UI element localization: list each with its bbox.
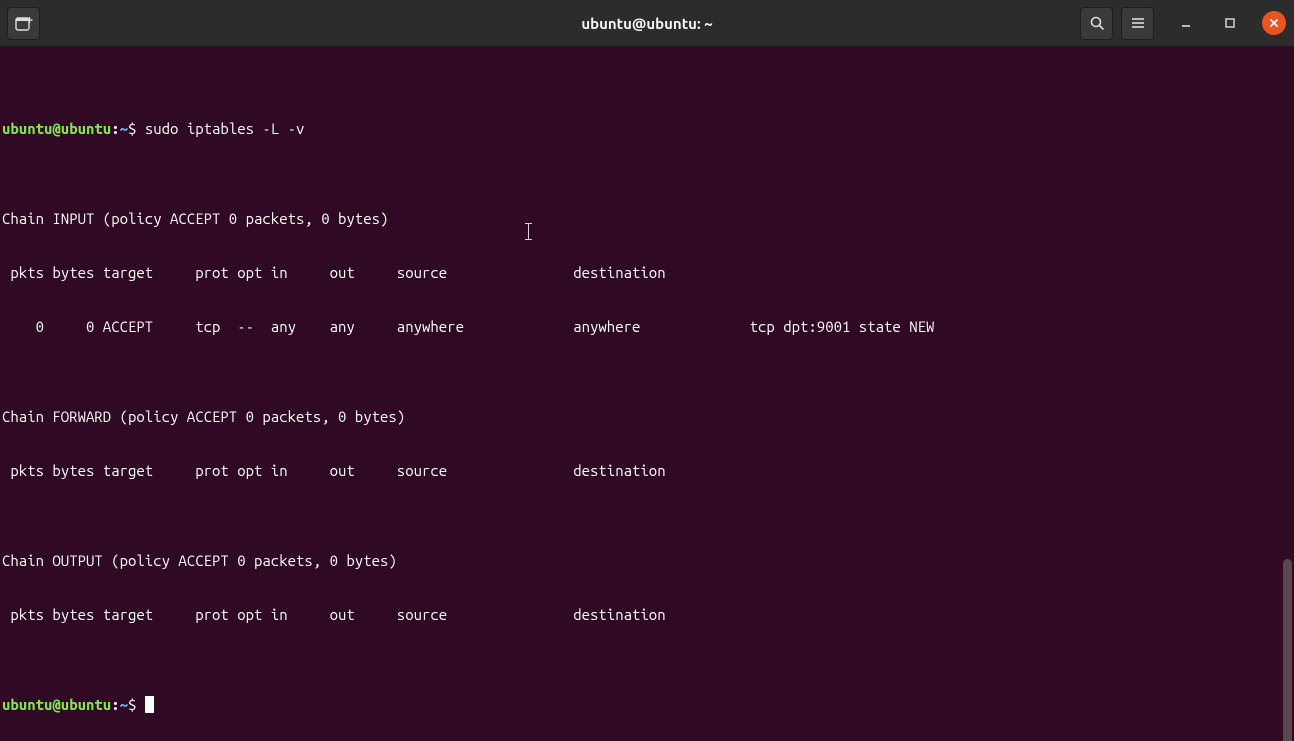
terminal-line: pkts bytes target prot opt in out source…: [2, 264, 1292, 282]
terminal-line: Chain OUTPUT (policy ACCEPT 0 packets, 0…: [2, 552, 1292, 570]
prompt-user-host: ubuntu@ubuntu: [2, 120, 111, 137]
terminal-line: ubuntu@ubuntu:~$ sudo iptables -L -v: [2, 120, 1292, 138]
terminal-line: pkts bytes target prot opt in out source…: [2, 462, 1292, 480]
close-button[interactable]: [1262, 11, 1286, 35]
titlebar-right-controls: [1080, 7, 1294, 40]
minimize-button[interactable]: [1174, 11, 1198, 35]
new-tab-icon: [15, 15, 33, 31]
terminal-output-area[interactable]: ubuntu@ubuntu:~$ sudo iptables -L -v Cha…: [0, 47, 1294, 741]
scrollbar-thumb[interactable]: [1283, 559, 1292, 741]
terminal-line: pkts bytes target prot opt in out source…: [2, 606, 1292, 624]
terminal-cursor: [145, 696, 154, 713]
hamburger-menu-button[interactable]: [1121, 7, 1154, 40]
prompt-path: ~: [120, 120, 128, 137]
maximize-icon: [1224, 17, 1236, 29]
search-icon: [1089, 15, 1105, 31]
new-tab-button[interactable]: [7, 7, 40, 40]
minimize-icon: [1180, 17, 1192, 29]
prompt-path: ~: [120, 696, 128, 713]
hamburger-icon: [1130, 15, 1146, 31]
prompt-user-host: ubuntu@ubuntu: [2, 696, 111, 713]
search-button[interactable]: [1080, 7, 1113, 40]
prompt-dollar: $: [128, 696, 145, 713]
terminal-line: 0 0 ACCEPT tcp -- any any anywhere anywh…: [2, 318, 1292, 336]
terminal-line: ubuntu@ubuntu:~$: [2, 696, 1292, 714]
terminal-line: Chain INPUT (policy ACCEPT 0 packets, 0 …: [2, 210, 1292, 228]
maximize-button[interactable]: [1218, 11, 1242, 35]
close-icon: [1268, 17, 1280, 29]
window-titlebar: ubuntu@ubuntu: ~: [0, 0, 1294, 47]
prompt-colon: :: [111, 120, 119, 137]
command-text: sudo iptables -L -v: [145, 120, 305, 137]
prompt-colon: :: [111, 696, 119, 713]
terminal-line: Chain FORWARD (policy ACCEPT 0 packets, …: [2, 408, 1292, 426]
prompt-dollar: $: [128, 120, 145, 137]
